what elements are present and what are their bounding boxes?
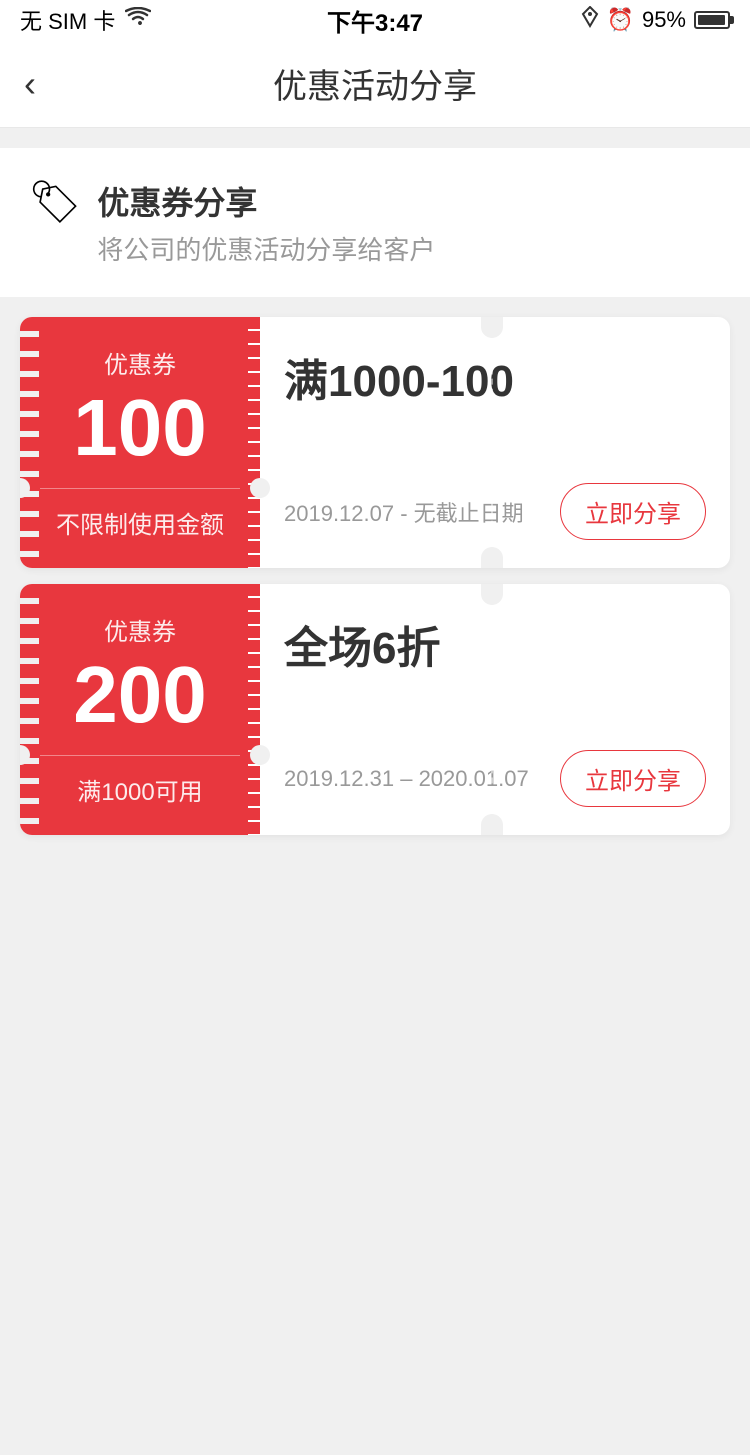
status-right: ⏰ 95% [581,6,730,34]
section-text: 优惠券分享 将公司的优惠活动分享给客户 [97,178,435,267]
coupon-left-2: 优惠券 200 满1000可用 [20,584,260,835]
location-icon [581,6,599,34]
coupon-left-1: 优惠券 100 不限制使用金额 [20,317,260,568]
coupon-type-2: 优惠券 [104,612,176,647]
coupon-name-1: 满1000-100 [284,345,706,409]
coupon-type-1: 优惠券 [104,345,176,380]
dashed-line-1 [491,338,493,547]
coupon-right-1: 满1000-100 2019.12.07 - 无截止日期 立即分享 [260,317,730,568]
coupon-condition-1: 不限制使用金额 [56,505,224,540]
share-button-2[interactable]: 立即分享 [560,750,706,807]
coupon-value-1: 100 [73,388,206,468]
wifi-icon [125,7,151,33]
nav-bar: ‹ 优惠活动分享 [0,40,750,128]
battery-icon [694,11,730,29]
notch-top-2 [481,584,503,605]
coupon-list: 优惠券 100 不限制使用金额 满1000-100 2019.12.07 - 无… [0,317,750,835]
page-title: 优惠活动分享 [273,59,477,108]
back-button[interactable]: ‹ [24,63,36,105]
coupon-meta-2: 2019.12.31 – 2020.01.07 立即分享 [284,750,706,807]
status-time: 下午3:47 [327,3,423,38]
empty-space [0,835,750,1435]
notch-top-1 [481,317,503,338]
coupon-card: 优惠券 100 不限制使用金额 满1000-100 2019.12.07 - 无… [20,317,730,568]
status-left: 无 SIM 卡 [20,4,151,36]
notch-bottom-2 [481,814,503,835]
battery-text: 95% [642,7,686,33]
coupon-right-2: 全场6折 2019.12.31 – 2020.01.07 立即分享 [260,584,730,835]
section-header: 🏷 优惠券分享 将公司的优惠活动分享给客户 [0,148,750,297]
coupon-value-2: 200 [73,655,206,735]
coupon-meta-1: 2019.12.07 - 无截止日期 立即分享 [284,483,706,540]
coupon-date-1: 2019.12.07 - 无截止日期 [284,496,524,528]
status-bar: 无 SIM 卡 下午3:47 ⏰ 95% [0,0,750,40]
coupon-name-2: 全场6折 [284,612,706,676]
alarm-icon: ⏰ [607,7,634,33]
coupon-divider-1 [40,488,240,489]
coupon-condition-2: 满1000可用 [77,772,202,807]
notch-bottom-1 [481,547,503,568]
dashed-line-2 [491,605,493,814]
share-button-1[interactable]: 立即分享 [560,483,706,540]
battery-fill [698,15,725,25]
section-desc: 将公司的优惠活动分享给客户 [97,230,435,267]
coupon-divider-2 [40,755,240,756]
carrier-text: 无 SIM 卡 [20,4,115,36]
section-title: 优惠券分享 [97,178,435,224]
coupon-card-2: 优惠券 200 满1000可用 全场6折 2019.12.31 – 2020.0… [20,584,730,835]
content-area: 🏷 优惠券分享 将公司的优惠活动分享给客户 优惠券 100 不限制使用金额 满1… [0,128,750,1455]
coupon-icon: 🏷 [28,178,81,227]
